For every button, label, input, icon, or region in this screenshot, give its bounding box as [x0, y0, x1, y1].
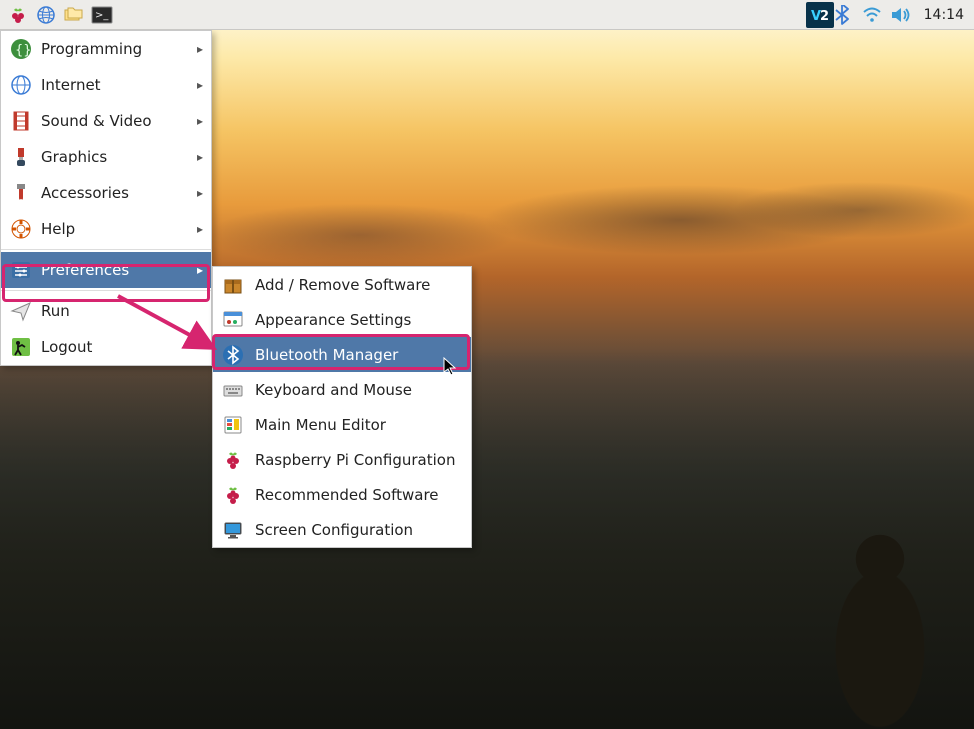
- clock[interactable]: 14:14: [918, 7, 970, 23]
- preferences-submenu: Add / Remove Software Appearance Setting…: [212, 266, 472, 548]
- menu-editor-icon: [221, 413, 245, 437]
- monitor-icon: [221, 518, 245, 542]
- submenu-item-add-remove-software[interactable]: Add / Remove Software: [213, 267, 471, 302]
- launcher-files[interactable]: [60, 2, 88, 28]
- chevron-right-icon: ▸: [197, 78, 203, 92]
- menu-item-graphics[interactable]: Graphics ▸: [1, 139, 211, 175]
- chevron-right-icon: ▸: [197, 42, 203, 56]
- submenu-item-label: Screen Configuration: [255, 521, 413, 539]
- chevron-right-icon: ▸: [197, 150, 203, 164]
- chevron-right-icon: ▸: [197, 222, 203, 236]
- vnc-icon: V 2: [809, 5, 831, 25]
- submenu-item-screen-config[interactable]: Screen Configuration: [213, 512, 471, 547]
- submenu-item-label: Keyboard and Mouse: [255, 381, 412, 399]
- menu-item-label: Preferences: [41, 261, 197, 279]
- submenu-item-label: Add / Remove Software: [255, 276, 430, 294]
- tray-volume[interactable]: [890, 6, 918, 24]
- submenu-item-recommended-software[interactable]: Recommended Software: [213, 477, 471, 512]
- folders-icon: [63, 6, 85, 24]
- menu-item-label: Programming: [41, 40, 197, 58]
- submenu-item-label: Raspberry Pi Configuration: [255, 451, 455, 469]
- volume-icon: [890, 6, 912, 24]
- menu-item-sound-video[interactable]: Sound & Video ▸: [1, 103, 211, 139]
- svg-text:>_: >_: [95, 10, 109, 21]
- wifi-icon: [862, 6, 882, 24]
- submenu-item-rpi-config[interactable]: Raspberry Pi Configuration: [213, 442, 471, 477]
- launcher-terminal[interactable]: >_: [88, 2, 116, 28]
- tray-vnc[interactable]: V 2: [806, 2, 834, 28]
- mouse-cursor: [443, 357, 457, 377]
- submenu-item-label: Main Menu Editor: [255, 416, 386, 434]
- menu-item-help[interactable]: Help ▸: [1, 211, 211, 247]
- chevron-right-icon: ▸: [197, 263, 203, 277]
- menu-item-programming[interactable]: {} Programming ▸: [1, 31, 211, 67]
- taskbar: >_ V 2: [0, 0, 974, 30]
- menu-item-label: Sound & Video: [41, 112, 197, 130]
- chevron-right-icon: ▸: [197, 186, 203, 200]
- submenu-item-keyboard-mouse[interactable]: Keyboard and Mouse: [213, 372, 471, 407]
- submenu-item-label: Recommended Software: [255, 486, 439, 504]
- menu-item-label: Internet: [41, 76, 197, 94]
- terminal-icon: >_: [91, 6, 113, 24]
- film-icon: [9, 109, 33, 133]
- annotation-arrow: [110, 284, 230, 364]
- exit-icon: [9, 335, 33, 359]
- launcher-browser[interactable]: [32, 2, 60, 28]
- wallpaper-silhouette: [0, 349, 974, 729]
- chevron-right-icon: ▸: [197, 114, 203, 128]
- brush-icon: [9, 145, 33, 169]
- lifebuoy-icon: [9, 217, 33, 241]
- menu-item-internet[interactable]: Internet ▸: [1, 67, 211, 103]
- tray-bluetooth[interactable]: [834, 5, 862, 25]
- globe-icon: [9, 73, 33, 97]
- menu-separator: [1, 249, 211, 250]
- menu-item-accessories[interactable]: Accessories ▸: [1, 175, 211, 211]
- code-braces-icon: {}: [9, 37, 33, 61]
- keyboard-icon: [221, 378, 245, 402]
- menu-item-label: Graphics: [41, 148, 197, 166]
- paper-plane-icon: [9, 299, 33, 323]
- menu-item-label: Help: [41, 220, 197, 238]
- submenu-item-appearance[interactable]: Appearance Settings: [213, 302, 471, 337]
- globe-icon: [36, 5, 56, 25]
- menu-item-preferences[interactable]: Preferences ▸: [1, 252, 211, 288]
- raspberry-icon: [221, 483, 245, 507]
- svg-text:2: 2: [820, 9, 829, 24]
- submenu-item-label: Bluetooth Manager: [255, 346, 398, 364]
- submenu-item-bluetooth-manager[interactable]: Bluetooth Manager: [213, 337, 471, 372]
- submenu-item-main-menu-editor[interactable]: Main Menu Editor: [213, 407, 471, 442]
- sliders-icon: [9, 258, 33, 282]
- raspberry-icon: [8, 5, 28, 25]
- menu-item-label: Accessories: [41, 184, 197, 202]
- menu-button[interactable]: [4, 2, 32, 28]
- tray-wifi[interactable]: [862, 6, 890, 24]
- submenu-item-label: Appearance Settings: [255, 311, 411, 329]
- raspberry-icon: [221, 448, 245, 472]
- tools-icon: [9, 181, 33, 205]
- desktop[interactable]: >_ V 2: [0, 0, 974, 729]
- bluetooth-icon: [834, 5, 850, 25]
- svg-text:{}: {}: [15, 43, 32, 58]
